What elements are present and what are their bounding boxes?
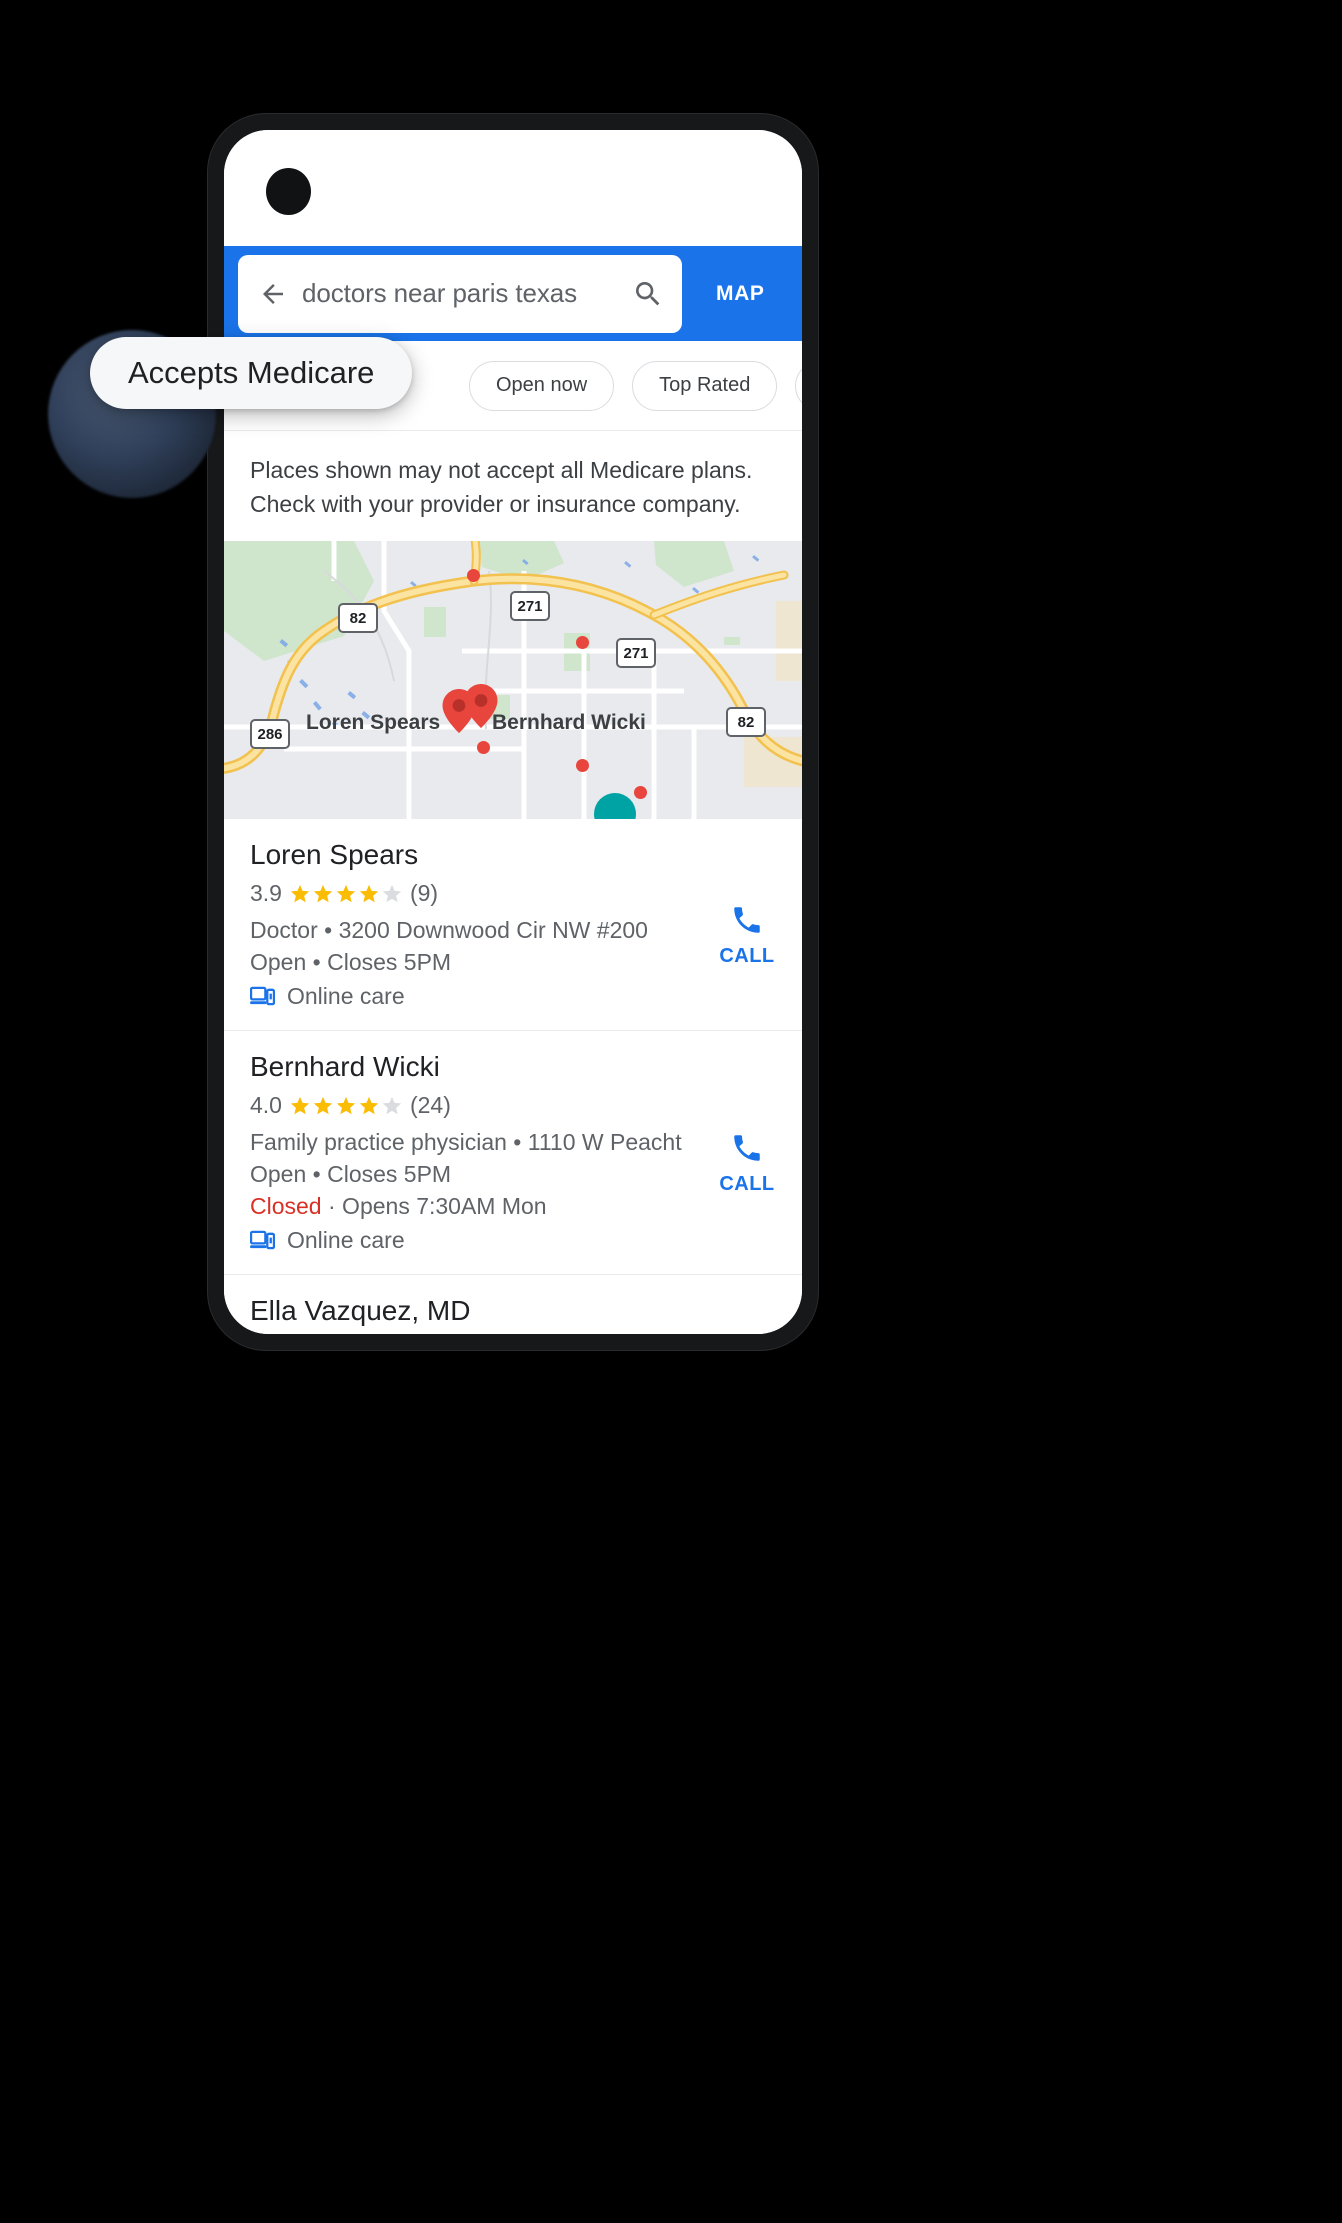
star-icon xyxy=(336,884,356,902)
star-rating xyxy=(289,883,403,905)
listing-name[interactable]: Ella Vazquez, MD xyxy=(250,1295,692,1327)
listing-closed-status: Closed · Opens 7:30AM Mon xyxy=(250,1190,692,1222)
map-dot[interactable] xyxy=(634,786,647,799)
online-care-label: Online care xyxy=(287,983,405,1009)
search-header: doctors near paris texas MAP xyxy=(224,246,802,341)
listing-category-address: Family practice physician • 1110 W Peach… xyxy=(250,1129,682,1155)
phone-screen: doctors near paris texas MAP Accepts Med… xyxy=(224,130,802,1334)
map-shield-82-east: 82 xyxy=(726,707,766,737)
map-dot[interactable] xyxy=(576,759,589,772)
chip-open-now[interactable]: Open now xyxy=(468,360,615,411)
screenshot-root: doctors near paris texas MAP Accepts Med… xyxy=(0,0,1342,2223)
device-online-care-icon xyxy=(250,1230,275,1250)
list-item[interactable]: Bernhard Wicki 4.0 (24) Family practice … xyxy=(224,1031,802,1275)
map-canvas xyxy=(224,541,802,819)
call-button[interactable]: CALL xyxy=(692,839,802,1010)
phone-icon[interactable] xyxy=(730,1131,764,1165)
star-icon-empty xyxy=(382,1096,402,1114)
listing-name[interactable]: Loren Spears xyxy=(250,839,692,871)
call-button[interactable]: CALL xyxy=(692,1051,802,1254)
star-icon xyxy=(313,1096,333,1114)
listing-category-address: Doctor • 3200 Downwood Cir NW #200 xyxy=(250,917,648,943)
listing-online-care: Online care xyxy=(250,983,692,1010)
list-item[interactable]: Loren Spears 3.9 (9) Doctor • 3200 Downw… xyxy=(224,819,802,1031)
listing-rating: 4.0 (24) xyxy=(250,1092,692,1119)
listing-details: Loren Spears 3.9 (9) Doctor • 3200 Downw… xyxy=(250,839,692,1010)
map-preview[interactable]: 82 271 271 82 286 Loren Spears Bernhard … xyxy=(224,541,802,819)
camera-dot-icon xyxy=(266,168,311,215)
call-label[interactable]: CALL xyxy=(719,945,774,968)
disclaimer-line-2: Check with your provider or insurance co… xyxy=(250,491,741,517)
back-arrow-icon[interactable] xyxy=(258,279,288,309)
search-icon[interactable] xyxy=(632,278,664,310)
listing-online-care: Online care xyxy=(250,1227,692,1254)
list-item[interactable]: Ella Vazquez, MD 4.4 (9) xyxy=(224,1275,802,1334)
map-label-bernhard-wicki: Bernhard Wicki xyxy=(492,711,646,734)
map-shield-271-east: 271 xyxy=(616,638,656,668)
map-tab[interactable]: MAP xyxy=(716,282,764,306)
listing-details: Ella Vazquez, MD 4.4 (9) xyxy=(250,1295,692,1334)
listing-rating: 3.9 (9) xyxy=(250,880,692,907)
map-label-loren-spears: Loren Spears xyxy=(306,711,441,734)
chip-top-rated[interactable]: Top Rated xyxy=(632,360,778,411)
map-dot[interactable] xyxy=(467,569,480,582)
map-dot[interactable] xyxy=(477,741,490,754)
star-icon xyxy=(290,1096,310,1114)
search-bar[interactable]: doctors near paris texas xyxy=(238,254,682,333)
listing-hours: Open • Closes 5PM xyxy=(250,949,452,975)
star-icon xyxy=(336,1096,356,1114)
listing-hours: Open • Closes 5PM xyxy=(250,1161,452,1187)
status-bar xyxy=(224,130,802,246)
closed-detail: · Opens 7:30AM Mon xyxy=(321,1193,547,1219)
star-icon xyxy=(313,884,333,902)
device-online-care-icon xyxy=(250,986,275,1006)
map-shield-271-north: 271 xyxy=(510,591,550,621)
map-shield-82-west: 82 xyxy=(338,603,378,633)
map-shield-286: 286 xyxy=(250,719,290,749)
call-label[interactable]: CALL xyxy=(719,1173,774,1196)
star-rating xyxy=(289,1095,403,1117)
review-count: (9) xyxy=(409,880,439,906)
review-count: (24) xyxy=(409,1092,451,1118)
chip-accepts-medicare-floating[interactable]: Accepts Medicare xyxy=(90,337,413,409)
disclaimer-line-1: Places shown may not accept all Medicare… xyxy=(250,457,753,483)
star-icon xyxy=(359,1096,379,1114)
listing-name[interactable]: Bernhard Wicki xyxy=(250,1051,692,1083)
online-care-label: Online care xyxy=(287,1227,405,1253)
search-input[interactable]: doctors near paris texas xyxy=(302,278,618,309)
listing-details: Bernhard Wicki 4.0 (24) Family practice … xyxy=(250,1051,692,1254)
rating-value: 3.9 xyxy=(250,880,282,906)
map-dot[interactable] xyxy=(576,636,589,649)
star-icon xyxy=(290,884,310,902)
phone-icon[interactable] xyxy=(730,903,764,937)
star-icon-empty xyxy=(382,884,402,902)
closed-label: Closed xyxy=(250,1193,322,1219)
medicare-disclaimer: Places shown may not accept all Medicare… xyxy=(224,431,802,541)
rating-value: 4.0 xyxy=(250,1092,282,1118)
star-icon xyxy=(359,884,379,902)
chip-visited[interactable]: Visited xyxy=(795,360,802,411)
